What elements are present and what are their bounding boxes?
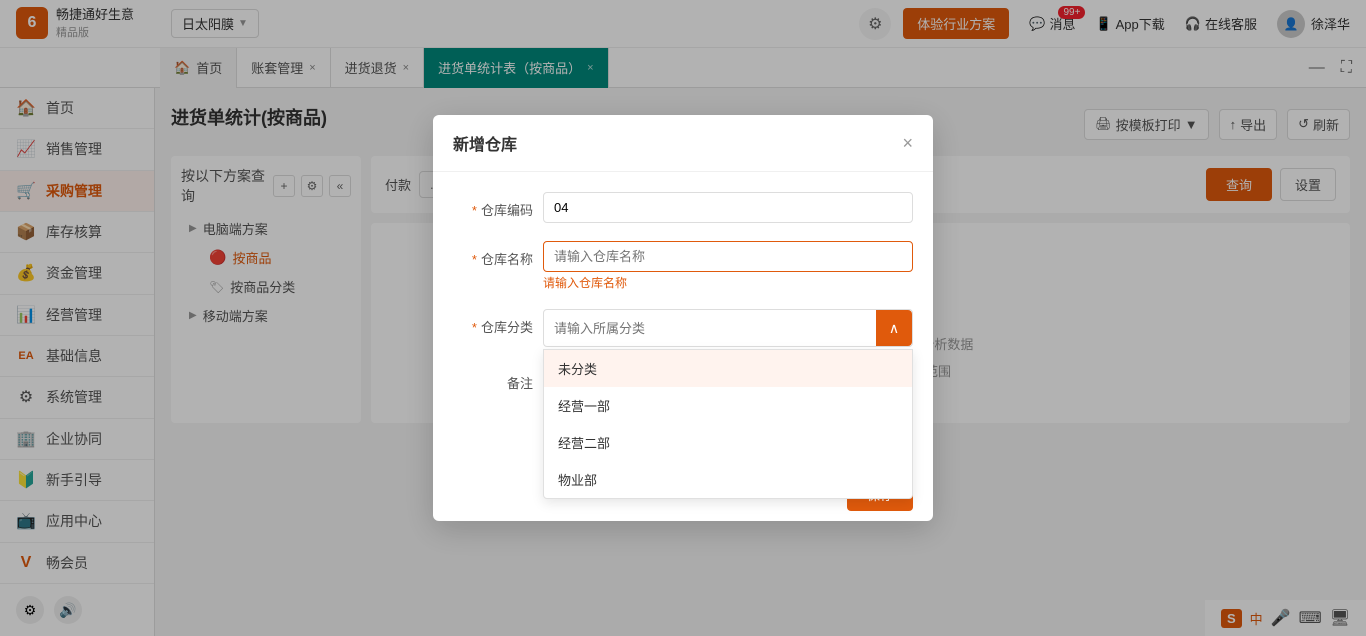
modal-body: 仓库编码 仓库名称 请输入仓库名称 仓库分类	[433, 172, 933, 468]
modal-header: 新增仓库 ×	[433, 115, 933, 172]
form-row-category: 仓库分类 ∧ 未分类 经营一部 经营二部 物业部	[453, 309, 913, 347]
category-dropdown: 未分类 经营一部 经营二部 物业部	[543, 349, 913, 499]
category-label: 仓库分类	[453, 309, 543, 336]
dropdown-item-3[interactable]: 物业部	[544, 461, 912, 498]
modal-dialog: 新增仓库 × 仓库编码 仓库名称 请输入仓库名称 仓库分类	[433, 115, 933, 521]
chevron-up-icon: ∧	[889, 320, 899, 337]
dropdown-item-0[interactable]: 未分类	[544, 350, 912, 387]
form-row-code: 仓库编码	[453, 192, 913, 223]
name-label: 仓库名称	[453, 241, 543, 268]
modal-title: 新增仓库	[453, 131, 517, 155]
modal-close-icon[interactable]: ×	[902, 133, 913, 154]
code-label: 仓库编码	[453, 192, 543, 219]
form-row-name: 仓库名称 请输入仓库名称	[453, 241, 913, 291]
category-toggle-button[interactable]: ∧	[876, 310, 912, 346]
dropdown-item-1[interactable]: 经营一部	[544, 387, 912, 424]
name-input[interactable]	[543, 241, 913, 272]
category-input-row: ∧	[543, 309, 913, 347]
notes-label: 备注	[453, 365, 543, 392]
modal-overlay: 新增仓库 × 仓库编码 仓库名称 请输入仓库名称 仓库分类	[0, 0, 1366, 636]
code-input[interactable]	[543, 192, 913, 223]
name-error-msg: 请输入仓库名称	[543, 274, 913, 291]
category-input[interactable]	[544, 314, 876, 343]
dropdown-item-2[interactable]: 经营二部	[544, 424, 912, 461]
category-wrap: ∧ 未分类 经营一部 经营二部 物业部	[543, 309, 913, 347]
